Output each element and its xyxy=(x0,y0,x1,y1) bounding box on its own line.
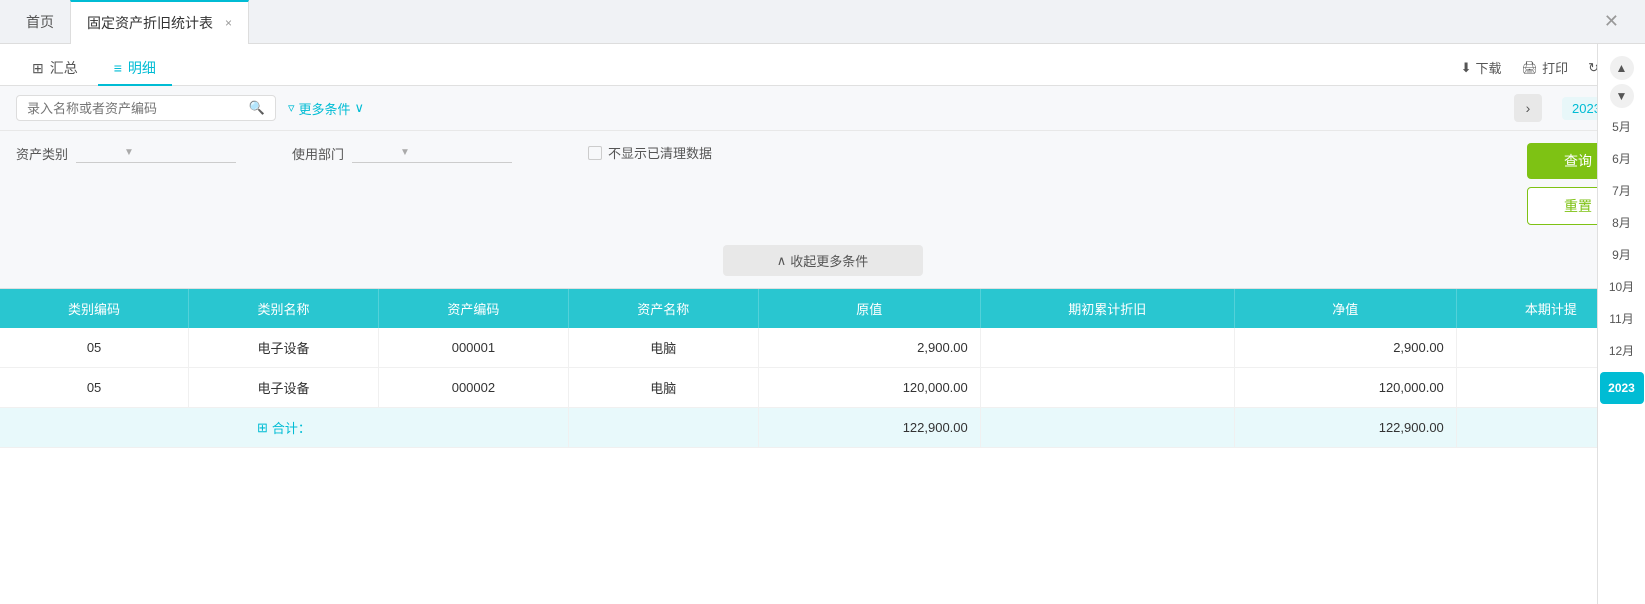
cell-original-value: 120,000.00 xyxy=(758,368,980,408)
year-badge[interactable]: 2023 xyxy=(1600,372,1644,404)
print-button[interactable]: 🖨 打印 xyxy=(1522,58,1569,77)
detail-label: 明细 xyxy=(128,58,156,78)
asset-category-label: 资产类别 xyxy=(16,144,68,163)
print-label: 打印 xyxy=(1542,58,1568,77)
cell-asset-code: 000001 xyxy=(378,328,568,368)
sub-tab-bar: ⊞ 汇总 ≡ 明细 ⬇ 下载 🖨 打印 ↻ 刷新 xyxy=(0,44,1645,86)
total-icon: ⊞ xyxy=(257,420,268,436)
tab-close-icon[interactable]: × xyxy=(225,16,232,30)
summary-label: 汇总 xyxy=(50,58,78,78)
col-header-asset-name: 资产名称 xyxy=(568,289,758,328)
window-close-button[interactable]: ✕ xyxy=(1588,11,1635,32)
download-label: 下载 xyxy=(1476,58,1502,77)
department-field: 使用部门 ▼ xyxy=(292,143,512,163)
right-sidebar: ▲ ▼ 5月6月7月8月9月10月11月12月 2023 xyxy=(1597,44,1645,604)
table-wrap: 类别编码 类别名称 资产编码 资产名称 原值 期初累计折旧 净值 本期计提 05… xyxy=(0,289,1645,604)
cell-asset-code: 000002 xyxy=(378,368,568,408)
tab-detail[interactable]: ≡ 明细 xyxy=(98,52,172,86)
tab-summary[interactable]: ⊞ 汇总 xyxy=(16,52,94,86)
print-icon: 🖨 xyxy=(1522,60,1539,76)
month-item[interactable]: 9月 xyxy=(1602,238,1642,270)
total-label-cell: ⊞ 合计： xyxy=(0,408,568,448)
collapse-label: 收起更多条件 xyxy=(790,251,868,270)
data-table: 类别编码 类别名称 资产编码 资产名称 原值 期初累计折旧 净值 本期计提 05… xyxy=(0,289,1645,448)
tab-home[interactable]: 首页 xyxy=(10,0,70,44)
col-header-category-code: 类别编码 xyxy=(0,289,189,328)
asset-category-select[interactable]: ▼ xyxy=(76,143,236,163)
cell-accumulated xyxy=(980,368,1234,408)
total-accumulated xyxy=(980,408,1234,448)
no-cleared-label: 不显示已清理数据 xyxy=(608,143,712,162)
month-item[interactable]: 11月 xyxy=(1602,302,1642,334)
cell-net-value: 120,000.00 xyxy=(1234,368,1456,408)
cell-net-value: 2,900.00 xyxy=(1234,328,1456,368)
asset-category-field: 资产类别 ▼ xyxy=(16,143,236,163)
tab-active-label: 固定资产折旧统计表 xyxy=(87,13,213,33)
asset-category-arrow-icon: ▼ xyxy=(124,147,134,158)
no-cleared-checkbox[interactable] xyxy=(588,146,602,160)
month-item[interactable]: 8月 xyxy=(1602,206,1642,238)
filter-icon: ▿ xyxy=(288,100,295,116)
tab-active[interactable]: 固定资产折旧统计表 × xyxy=(70,0,249,44)
chevron-down-icon: ∨ xyxy=(355,100,365,116)
total-asset-name xyxy=(568,408,758,448)
cell-category-name: 电子设备 xyxy=(189,328,379,368)
collapse-icon: ∧ xyxy=(777,253,787,269)
table-row: 05 电子设备 000002 电脑 120,000.00 120,000.00 xyxy=(0,368,1645,408)
col-header-net-value: 净值 xyxy=(1234,289,1456,328)
cell-category-name: 电子设备 xyxy=(189,368,379,408)
download-icon: ⬇ xyxy=(1461,60,1472,76)
department-label: 使用部门 xyxy=(292,144,344,163)
cell-original-value: 2,900.00 xyxy=(758,328,980,368)
summary-icon: ⊞ xyxy=(32,60,44,77)
more-conditions-label: 更多条件 xyxy=(299,99,351,118)
collapse-button[interactable]: ∧ 收起更多条件 xyxy=(723,245,923,276)
col-header-asset-code: 资产编码 xyxy=(378,289,568,328)
nav-arrow-button[interactable]: › xyxy=(1514,94,1542,122)
month-item[interactable]: 7月 xyxy=(1602,174,1642,206)
no-cleared-wrap: 不显示已清理数据 xyxy=(588,143,712,162)
cell-category-code: 05 xyxy=(0,368,189,408)
cell-accumulated xyxy=(980,328,1234,368)
total-text: 合计： xyxy=(272,418,311,437)
month-item[interactable]: 10月 xyxy=(1602,270,1642,302)
tab-bar: 首页 固定资产折旧统计表 × ✕ xyxy=(0,0,1645,44)
department-arrow-icon: ▼ xyxy=(400,147,410,158)
total-row: ⊞ 合计： 122,900.00 122,900.00 xyxy=(0,408,1645,448)
cell-asset-name: 电脑 xyxy=(568,368,758,408)
col-header-original-value: 原值 xyxy=(758,289,980,328)
col-header-accumulated: 期初累计折旧 xyxy=(980,289,1234,328)
month-item[interactable]: 5月 xyxy=(1602,110,1642,142)
table-header-row: 类别编码 类别名称 资产编码 资产名称 原值 期初累计折旧 净值 本期计提 xyxy=(0,289,1645,328)
detail-icon: ≡ xyxy=(114,60,122,76)
department-select[interactable]: ▼ xyxy=(352,143,512,163)
table-row: 05 电子设备 000001 电脑 2,900.00 2,900.00 xyxy=(0,328,1645,368)
more-conditions-button[interactable]: ▿ 更多条件 ∨ xyxy=(288,99,364,118)
total-net-value: 122,900.00 xyxy=(1234,408,1456,448)
search-input-wrap: 🔍 xyxy=(16,95,276,121)
cell-category-code: 05 xyxy=(0,328,189,368)
month-item[interactable]: 6月 xyxy=(1602,142,1642,174)
month-item[interactable]: 12月 xyxy=(1602,334,1642,366)
download-button[interactable]: ⬇ 下载 xyxy=(1461,58,1502,77)
cell-asset-name: 电脑 xyxy=(568,328,758,368)
month-list: 5月6月7月8月9月10月11月12月 xyxy=(1602,110,1642,366)
search-input[interactable] xyxy=(27,101,243,116)
filter-panel: 资产类别 ▼ 使用部门 ▼ 不显示已清理数据 查询 重置 ∧ 收起更多条件 xyxy=(0,131,1645,289)
search-icon: 🔍 xyxy=(249,100,265,116)
main-content: ⊞ 汇总 ≡ 明细 ⬇ 下载 🖨 打印 ↻ 刷新 🔍 xyxy=(0,44,1645,604)
sidebar-down-arrow-top[interactable]: ▼ xyxy=(1610,84,1634,108)
total-original-value: 122,900.00 xyxy=(758,408,980,448)
col-header-category-name: 类别名称 xyxy=(189,289,379,328)
search-bar: 🔍 ▿ 更多条件 ∨ › 2023.01 xyxy=(0,86,1645,131)
sidebar-up-button[interactable]: ▲ xyxy=(1610,56,1634,80)
sidebar-up-arrow: ▲ ▼ xyxy=(1610,56,1634,108)
